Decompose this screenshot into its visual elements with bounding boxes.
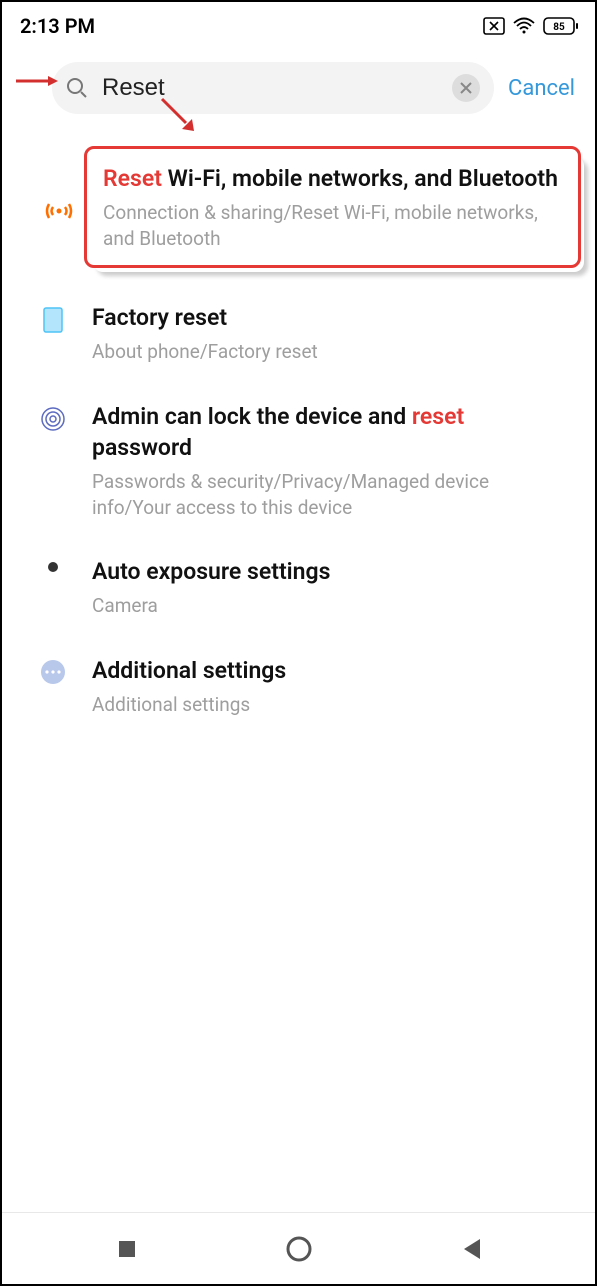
clear-search-button[interactable] <box>452 74 480 102</box>
triangle-back-icon <box>460 1237 482 1261</box>
result-subtitle: Connection & sharing/Reset Wi-Fi, mobile… <box>103 200 562 251</box>
annotation-arrow-search-icon <box>16 76 58 86</box>
result-item-wrap: Reset Wi-Fi, mobile networks, and Blueto… <box>14 146 583 268</box>
result-text: Reset Wi-Fi, mobile networks, and Blueto… <box>103 163 562 251</box>
nav-home-button[interactable] <box>285 1235 313 1263</box>
result-item[interactable]: Admin can lock the device and reset pass… <box>14 383 583 538</box>
nav-recent-button[interactable] <box>115 1237 139 1261</box>
result-item[interactable]: Auto exposure settings Camera <box>14 538 583 637</box>
circle-icon <box>285 1235 313 1263</box>
search-box[interactable] <box>52 62 494 114</box>
broadcast-icon <box>44 196 74 226</box>
result-subtitle: Camera <box>92 593 569 619</box>
result-title: Reset Wi-Fi, mobile networks, and Blueto… <box>103 163 562 194</box>
wifi-icon <box>513 17 535 35</box>
status-bar: 2:13 PM 85 <box>2 2 595 50</box>
more-icon <box>38 659 68 685</box>
search-results: Reset Wi-Fi, mobile networks, and Blueto… <box>2 126 595 736</box>
fingerprint-icon <box>38 405 68 433</box>
dot-icon <box>38 560 68 574</box>
result-item[interactable]: Additional settings Additional settings <box>14 637 583 736</box>
cancel-button[interactable]: Cancel <box>506 72 577 105</box>
result-title: Factory reset <box>92 302 569 333</box>
search-input[interactable] <box>102 74 452 102</box>
result-text: Admin can lock the device and reset pass… <box>92 401 569 520</box>
result-title: Admin can lock the device and reset pass… <box>92 401 569 463</box>
result-subtitle: Passwords & security/Privacy/Managed dev… <box>92 469 569 520</box>
result-subtitle: Additional settings <box>92 692 569 718</box>
status-right: 85 <box>483 17 579 35</box>
nav-back-button[interactable] <box>460 1237 482 1261</box>
search-icon <box>66 77 88 99</box>
result-subtitle: About phone/Factory reset <box>92 339 569 365</box>
result-text: Additional settings Additional settings <box>92 655 569 718</box>
status-time: 2:13 PM <box>20 14 95 38</box>
search-row: Cancel <box>2 50 595 126</box>
annotation-arrow-result-icon <box>158 95 198 135</box>
result-text: Auto exposure settings Camera <box>92 556 569 619</box>
battery-icon: 85 <box>543 17 579 35</box>
svg-text:85: 85 <box>553 22 565 33</box>
result-title: Auto exposure settings <box>92 556 569 587</box>
result-item[interactable]: Factory reset About phone/Factory reset <box>14 284 583 383</box>
square-icon <box>115 1237 139 1261</box>
phone-rect-icon <box>38 306 68 334</box>
sim-error-icon <box>483 17 505 35</box>
result-item[interactable]: Reset Wi-Fi, mobile networks, and Blueto… <box>84 146 581 268</box>
navigation-bar <box>2 1212 595 1284</box>
close-icon <box>460 82 472 94</box>
result-text: Factory reset About phone/Factory reset <box>92 302 569 365</box>
result-title: Additional settings <box>92 655 569 686</box>
